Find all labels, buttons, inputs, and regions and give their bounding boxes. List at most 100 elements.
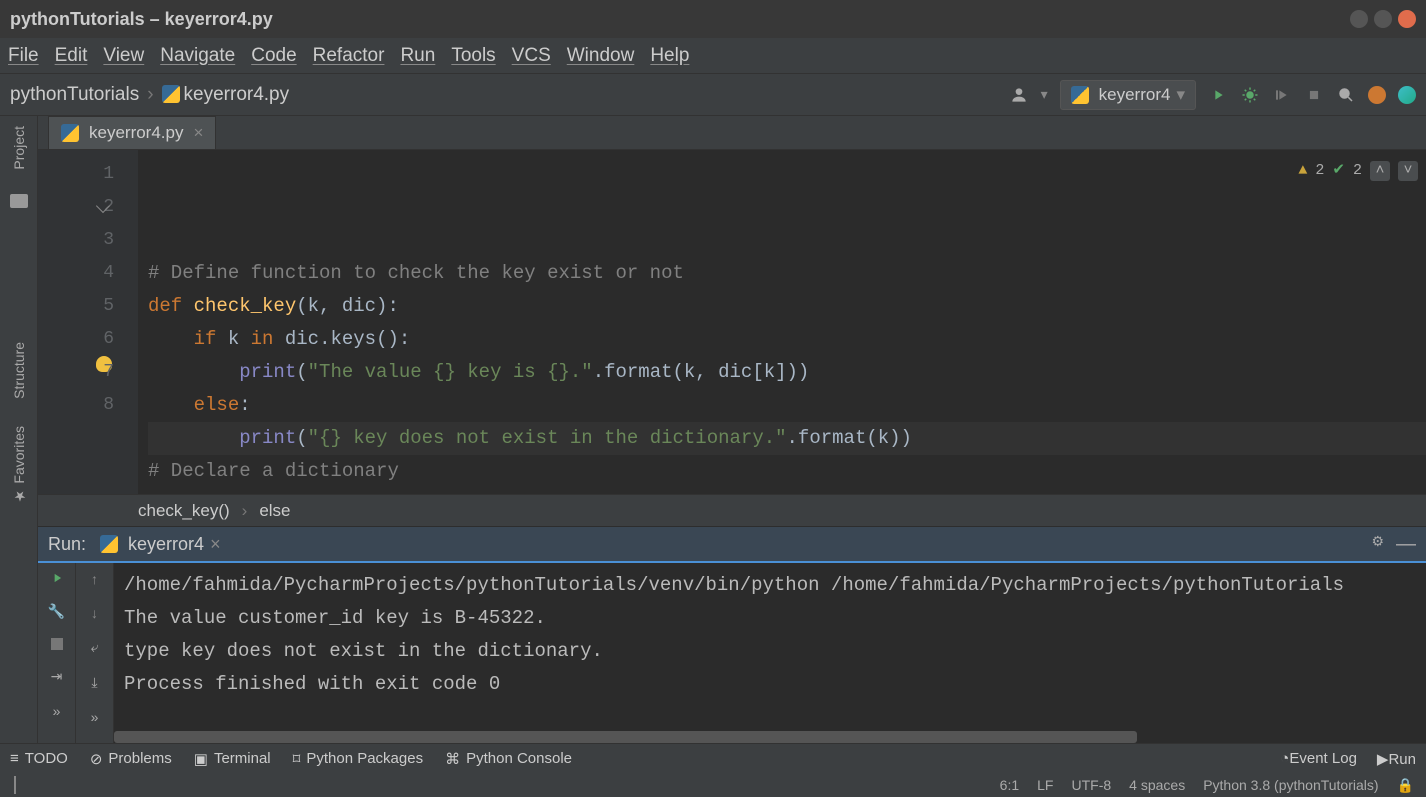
- menu-help[interactable]: Help: [650, 45, 689, 67]
- soft-wrap-icon[interactable]: ⤶: [91, 639, 99, 656]
- window-title: pythonTutorials – keyerror4.py: [10, 9, 273, 30]
- maximize-button[interactable]: [1374, 10, 1392, 28]
- tool-favorites[interactable]: ★ Favorites: [11, 422, 27, 507]
- horizontal-scrollbar[interactable]: [114, 731, 1137, 743]
- chevron-down-icon[interactable]: ▾: [1041, 86, 1048, 103]
- code-line[interactable]: # Define function to check the key exist…: [148, 257, 1426, 290]
- bottom-tool-terminal[interactable]: ▣Terminal: [194, 750, 271, 768]
- menu-run[interactable]: Run: [400, 45, 435, 67]
- bottom-tool-python-packages[interactable]: ⌑Python Packages: [293, 750, 423, 768]
- ide-features-icon[interactable]: [1398, 86, 1416, 104]
- next-highlight-icon[interactable]: ˅: [1398, 161, 1418, 181]
- rerun-icon[interactable]: [50, 571, 64, 585]
- folder-icon[interactable]: [10, 194, 28, 208]
- exit-icon[interactable]: ⇥: [51, 668, 63, 685]
- run-panel-label: Run:: [48, 534, 86, 555]
- indent-setting[interactable]: 4 spaces: [1129, 777, 1185, 793]
- titlebar: pythonTutorials – keyerror4.py: [0, 0, 1426, 38]
- output-line: The value customer_id key is B-45322.: [124, 602, 1416, 635]
- code-area[interactable]: ▲2 ✔2 ˄ ˅ # Define function to check the…: [138, 150, 1426, 494]
- output-line: type key does not exist in the dictionar…: [124, 635, 1416, 668]
- file-encoding[interactable]: UTF-8: [1071, 777, 1111, 793]
- crumb-branch[interactable]: else: [259, 501, 290, 521]
- coverage-button[interactable]: [1272, 85, 1292, 105]
- python-file-icon: [61, 124, 79, 142]
- up-arrow-icon[interactable]: ↑: [91, 571, 98, 587]
- warn-icon: ⊘: [90, 750, 103, 768]
- stop-button[interactable]: [1304, 85, 1324, 105]
- more-icon[interactable]: »: [53, 703, 61, 719]
- python-icon: [1071, 86, 1089, 104]
- bottom-tool-event-log[interactable]: ◔Event Log: [1280, 750, 1357, 767]
- close-tab-icon[interactable]: ×: [193, 123, 203, 143]
- bottom-tool-todo[interactable]: ≡TODO: [10, 750, 68, 767]
- tool-structure[interactable]: Structure: [11, 338, 27, 403]
- warning-icon[interactable]: ▲: [1298, 154, 1307, 187]
- stop-icon[interactable]: [51, 638, 63, 650]
- menu-refactor[interactable]: Refactor: [313, 45, 385, 67]
- menu-view[interactable]: View: [103, 45, 144, 67]
- more-icon[interactable]: »: [91, 709, 99, 725]
- debug-button[interactable]: [1240, 85, 1260, 105]
- menu-code[interactable]: Code: [251, 45, 296, 67]
- code-line[interactable]: print("The value {} key is {}.".format(k…: [148, 356, 1426, 389]
- scroll-to-end-icon[interactable]: ⤓: [91, 674, 97, 691]
- menu-tools[interactable]: Tools: [451, 45, 495, 67]
- run-tab[interactable]: keyerror4 ×: [100, 534, 221, 555]
- code-line[interactable]: def check_key(k, dic):: [148, 290, 1426, 323]
- menu-navigate[interactable]: Navigate: [160, 45, 235, 67]
- breadcrumb-file[interactable]: keyerror4.py: [162, 84, 290, 106]
- update-icon[interactable]: [1368, 86, 1386, 104]
- run-config-name: keyerror4: [1099, 85, 1171, 105]
- chevron-right-icon: ›: [242, 501, 248, 521]
- bottom-tool-python-console[interactable]: ⌘Python Console: [445, 750, 572, 768]
- code-line[interactable]: else:: [148, 389, 1426, 422]
- code-line[interactable]: if k in dic.keys():: [148, 323, 1426, 356]
- run-button[interactable]: [1208, 85, 1228, 105]
- breadcrumb-project[interactable]: pythonTutorials: [10, 84, 139, 106]
- lock-icon[interactable]: 🔒: [1397, 777, 1414, 794]
- python-icon: [100, 535, 118, 553]
- code-line[interactable]: # Declare a dictionary: [148, 455, 1426, 488]
- menubar: File Edit View Navigate Code Refactor Run Tools…: [0, 38, 1426, 74]
- editor-tab[interactable]: keyerror4.py ×: [48, 116, 216, 149]
- run-config-selector[interactable]: keyerror4 ▾: [1060, 80, 1196, 110]
- code-line[interactable]: print("{} key does not exist in the dict…: [148, 422, 1426, 455]
- caret-position[interactable]: 6:1: [1000, 777, 1019, 793]
- editor[interactable]: 12345678 ▲2 ✔2 ˄ ˅ # Define function to …: [38, 150, 1426, 494]
- checkmark-icon[interactable]: ✔: [1332, 154, 1345, 187]
- menu-window[interactable]: Window: [567, 45, 635, 67]
- gear-icon[interactable]: ⚙: [1371, 533, 1384, 556]
- window-layout-icon[interactable]: [14, 777, 16, 793]
- output-line: /home/fahmida/PycharmProjects/pythonTuto…: [124, 569, 1416, 602]
- prev-highlight-icon[interactable]: ˄: [1370, 161, 1390, 181]
- editor-tabs: keyerror4.py ×: [38, 116, 1426, 150]
- term-icon: ▣: [194, 750, 208, 768]
- bottom-tool-problems[interactable]: ⊘Problems: [90, 750, 172, 768]
- run-output[interactable]: /home/fahmida/PycharmProjects/pythonTuto…: [114, 563, 1426, 743]
- pkg-icon: ⌑: [293, 750, 301, 768]
- run-tab-label: keyerror4: [128, 534, 204, 555]
- close-run-tab-icon[interactable]: ×: [210, 534, 221, 555]
- search-icon[interactable]: [1336, 85, 1356, 105]
- line-sep[interactable]: LF: [1037, 777, 1053, 793]
- minimize-button[interactable]: [1350, 10, 1368, 28]
- structure-breadcrumb: check_key() › else: [38, 494, 1426, 526]
- fold-icon[interactable]: [96, 199, 110, 213]
- tool-project[interactable]: Project: [11, 122, 27, 174]
- line-gutter: 12345678: [38, 150, 138, 494]
- wrench-icon[interactable]: 🔧: [48, 603, 65, 620]
- user-icon[interactable]: [1009, 85, 1029, 105]
- close-button[interactable]: [1398, 10, 1416, 28]
- menu-edit[interactable]: Edit: [55, 45, 88, 67]
- bottom-tool-run[interactable]: ▶Run: [1377, 750, 1416, 768]
- crumb-fn[interactable]: check_key(): [138, 501, 230, 521]
- code-line[interactable]: dic_customers = {'customer_id': 'B-45322…: [148, 488, 1426, 494]
- minimize-panel-icon[interactable]: —: [1396, 533, 1416, 556]
- python-interpreter[interactable]: Python 3.8 (pythonTutorials): [1203, 777, 1378, 793]
- menu-vcs[interactable]: VCS: [512, 45, 551, 67]
- py-icon: ⌘: [445, 750, 460, 768]
- menu-file[interactable]: File: [8, 45, 39, 67]
- down-arrow-icon[interactable]: ↓: [91, 605, 98, 621]
- chevron-down-icon: ▾: [1176, 85, 1185, 105]
